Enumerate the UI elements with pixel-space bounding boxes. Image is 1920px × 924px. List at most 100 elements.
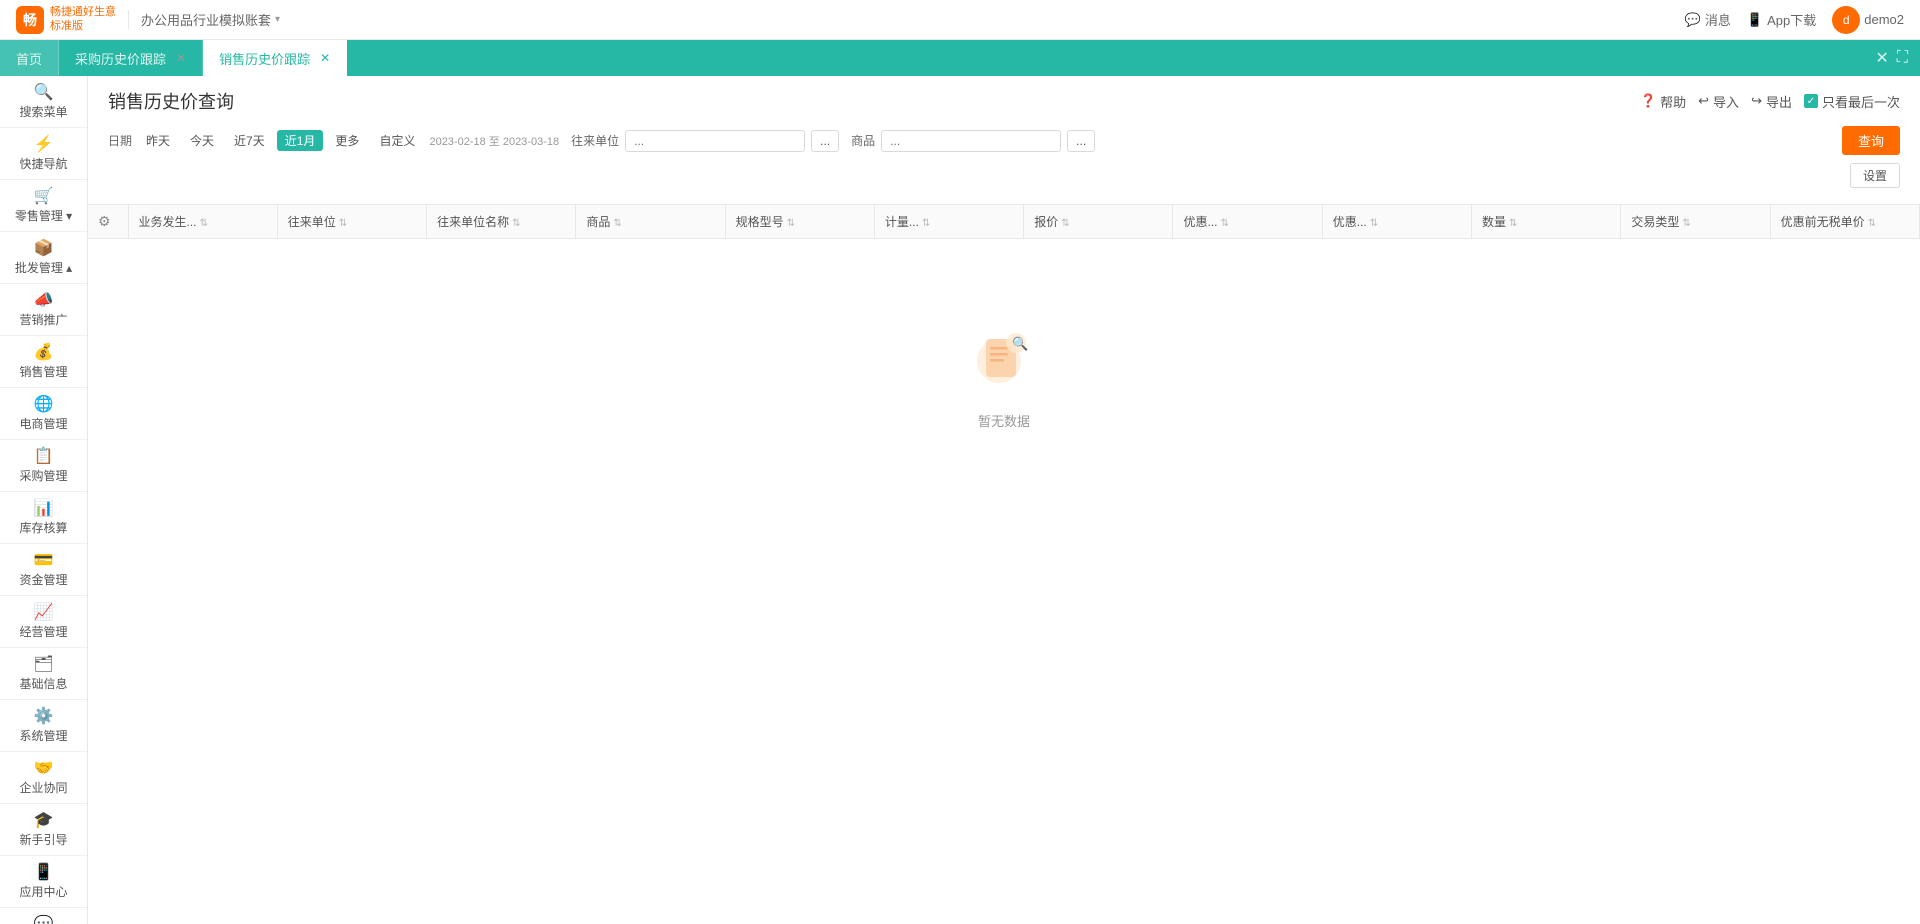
data-table: ⚙ 业务发生...⇅ 往来单位⇅ 往来单位名称⇅ 商品⇅ 规格型号⇅ 计量...… <box>88 205 1920 239</box>
empty-illustration: 🔍 <box>964 319 1044 399</box>
sidebar-item-corp-wechat[interactable]: 💬 企业微信 <box>0 908 87 924</box>
filter-right-actions: 查询 <box>1842 126 1900 155</box>
page-title-row: 销售历史价查询 ❓ 帮助 ↩ 导入 ↪ 导出 ✓ <box>108 88 1900 114</box>
sidebar-item-search-menu[interactable]: 🔍 搜索菜单 <box>0 76 87 128</box>
sidebar-item-marketing[interactable]: 📣 营销推广 <box>0 284 87 336</box>
date-pill-more[interactable]: 更多 <box>327 130 367 151</box>
user-profile[interactable]: d demo2 <box>1832 6 1904 34</box>
th-trade-type[interactable]: 交易类型⇅ <box>1621 205 1770 239</box>
sidebar: 🔍 搜索菜单 ⚡ 快捷导航 🛒 零售管理 ▾ 📦 批发管理 ▴ 📣 营销推广 💰… <box>0 76 88 924</box>
product-label: 商品 <box>851 132 875 149</box>
export-button[interactable]: ↪ 导出 <box>1751 92 1792 111</box>
close-window-icon[interactable]: ✕ <box>1875 48 1888 68</box>
sidebar-item-retail-mgmt[interactable]: 🛒 零售管理 ▾ <box>0 180 87 232</box>
partner-dots-button[interactable]: ... <box>811 130 839 152</box>
th-partner-name[interactable]: 往来单位名称⇅ <box>427 205 576 239</box>
search-icon: 🔍 <box>34 82 54 102</box>
purchase-icon: 📋 <box>34 446 54 466</box>
help-button[interactable]: ❓ 帮助 <box>1640 92 1686 111</box>
th-discount1[interactable]: 优惠...⇅ <box>1173 205 1322 239</box>
package-icon: 📦 <box>34 238 54 258</box>
marketing-icon: 📣 <box>34 290 54 310</box>
th-quantity[interactable]: 数量⇅ <box>1472 205 1621 239</box>
sidebar-item-finance[interactable]: 💳 资金管理 <box>0 544 87 596</box>
date-label: 日期 <box>108 132 132 149</box>
finance-icon: 💳 <box>34 550 54 570</box>
only-last-checkbox[interactable]: ✓ <box>1804 94 1818 108</box>
sidebar-item-system-mgmt[interactable]: ⚙️ 系统管理 <box>0 700 87 752</box>
partner-label: 往来单位 <box>571 132 619 149</box>
import-icon: ↩ <box>1698 93 1709 109</box>
app-download-button[interactable]: 📱 App下载 <box>1747 10 1816 29</box>
sidebar-item-app-center[interactable]: 📱 应用中心 <box>0 856 87 908</box>
product-dots-button[interactable]: ... <box>1067 130 1095 152</box>
date-pills: 昨天 今天 近7天 近1月 更多 自定义 <box>138 130 423 151</box>
main-layout: 🔍 搜索菜单 ⚡ 快捷导航 🛒 零售管理 ▾ 📦 批发管理 ▴ 📣 营销推广 💰… <box>0 76 1920 924</box>
sales-icon: 💰 <box>34 342 54 362</box>
wechat-icon: 💬 <box>34 914 54 924</box>
sidebar-item-inventory[interactable]: 📊 库存核算 <box>0 492 87 544</box>
app-center-icon: 📱 <box>34 862 54 882</box>
purchase-history-label: 采购历史价跟踪 <box>75 49 166 68</box>
date-pill-1month[interactable]: 近1月 <box>277 130 324 151</box>
th-discount2[interactable]: 优惠...⇅ <box>1322 205 1471 239</box>
message-button[interactable]: 💬 消息 <box>1685 10 1731 29</box>
tab-purchase-history[interactable]: 采购历史价跟踪 ✕ <box>59 40 203 76</box>
th-biz-date[interactable]: 业务发生...⇅ <box>128 205 277 239</box>
top-bar-right: 💬 消息 📱 App下载 d demo2 <box>1685 6 1904 34</box>
sidebar-item-beginner[interactable]: 🎓 新手引导 <box>0 804 87 856</box>
th-partner-code[interactable]: 往来单位⇅ <box>277 205 426 239</box>
date-range-text: 2023-02-18 至 2023-03-18 <box>429 133 559 149</box>
th-spec[interactable]: 规格型号⇅ <box>725 205 874 239</box>
date-pill-yesterday[interactable]: 昨天 <box>138 130 178 151</box>
date-pill-today[interactable]: 今天 <box>182 130 222 151</box>
table-area: ⚙ 业务发生...⇅ 往来单位⇅ 往来单位名称⇅ 商品⇅ 规格型号⇅ 计量...… <box>88 205 1920 924</box>
help-icon: ❓ <box>1640 93 1656 109</box>
partner-input[interactable] <box>625 130 805 152</box>
page-header: 销售历史价查询 ❓ 帮助 ↩ 导入 ↪ 导出 ✓ <box>88 76 1920 205</box>
tab-home[interactable]: 首页 <box>0 40 59 76</box>
th-quote[interactable]: 报价⇅ <box>1024 205 1173 239</box>
th-unit[interactable]: 计量...⇅ <box>874 205 1023 239</box>
tab-bar: 首页 采购历史价跟踪 ✕ 销售历史价跟踪 ✕ ✕ ⛶ <box>0 40 1920 76</box>
operations-icon: 📈 <box>34 602 54 622</box>
tab-sales-history[interactable]: 销售历史价跟踪 ✕ <box>203 40 347 76</box>
sidebar-item-corp-agreement[interactable]: 🤝 企业协同 <box>0 752 87 804</box>
empty-state: 🔍 暂无数据 <box>88 239 1920 510</box>
filter-bar: 日期 昨天 今天 近7天 近1月 更多 自定义 2023-02-18 至 202… <box>108 126 1900 196</box>
sidebar-item-sales-mgmt[interactable]: 💰 销售管理 <box>0 336 87 388</box>
close-purchase-tab-icon[interactable]: ✕ <box>176 51 186 65</box>
only-last-checkbox-wrapper[interactable]: ✓ 只看最后一次 <box>1804 92 1900 111</box>
sidebar-item-wholesale-mgmt[interactable]: 📦 批发管理 ▴ <box>0 232 87 284</box>
th-pretax-price[interactable]: 优惠前无税单价⇅ <box>1770 205 1919 239</box>
close-sales-tab-icon[interactable]: ✕ <box>320 51 330 65</box>
sidebar-item-purchase-mgmt[interactable]: 📋 采购管理 <box>0 440 87 492</box>
settings-button[interactable]: 设置 <box>1850 163 1900 188</box>
sidebar-item-basic-info[interactable]: 🗂 基础信息 <box>0 648 87 700</box>
partner-filter-group: 往来单位 ... <box>571 130 839 152</box>
date-pill-custom[interactable]: 自定义 <box>371 130 423 151</box>
download-icon: 📱 <box>1747 12 1763 28</box>
sidebar-item-ecommerce[interactable]: 🌐 电商管理 <box>0 388 87 440</box>
date-pill-7days[interactable]: 近7天 <box>226 130 273 151</box>
sidebar-item-quick-nav[interactable]: ⚡ 快捷导航 <box>0 128 87 180</box>
table-settings-icon[interactable]: ⚙ <box>98 213 111 229</box>
product-input[interactable] <box>881 130 1061 152</box>
logo-icon: 畅 <box>16 6 44 34</box>
app-selector[interactable]: 办公用品行业模拟账套 ▾ <box>128 10 280 29</box>
sales-history-label: 销售历史价跟踪 <box>219 49 310 68</box>
import-button[interactable]: ↩ 导入 <box>1698 92 1739 111</box>
query-button[interactable]: 查询 <box>1842 126 1900 155</box>
empty-text: 暂无数据 <box>978 411 1030 430</box>
date-filter-group: 日期 昨天 今天 近7天 近1月 更多 自定义 2023-02-18 至 202… <box>108 130 559 151</box>
export-icon: ↪ <box>1751 93 1762 109</box>
maximize-icon[interactable]: ⛶ <box>1897 49 1908 67</box>
th-product[interactable]: 商品⇅ <box>576 205 725 239</box>
inventory-icon: 📊 <box>34 498 54 518</box>
top-bar: 畅 畅捷通好生意 标准版 办公用品行业模拟账套 ▾ 💬 消息 📱 App下载 d… <box>0 0 1920 40</box>
lightning-icon: ⚡ <box>34 134 54 154</box>
beginner-icon: 🎓 <box>34 810 54 830</box>
table-header-row: ⚙ 业务发生...⇅ 往来单位⇅ 往来单位名称⇅ 商品⇅ 规格型号⇅ 计量...… <box>88 205 1920 239</box>
th-settings[interactable]: ⚙ <box>88 205 128 239</box>
sidebar-item-operations[interactable]: 📈 经营管理 <box>0 596 87 648</box>
